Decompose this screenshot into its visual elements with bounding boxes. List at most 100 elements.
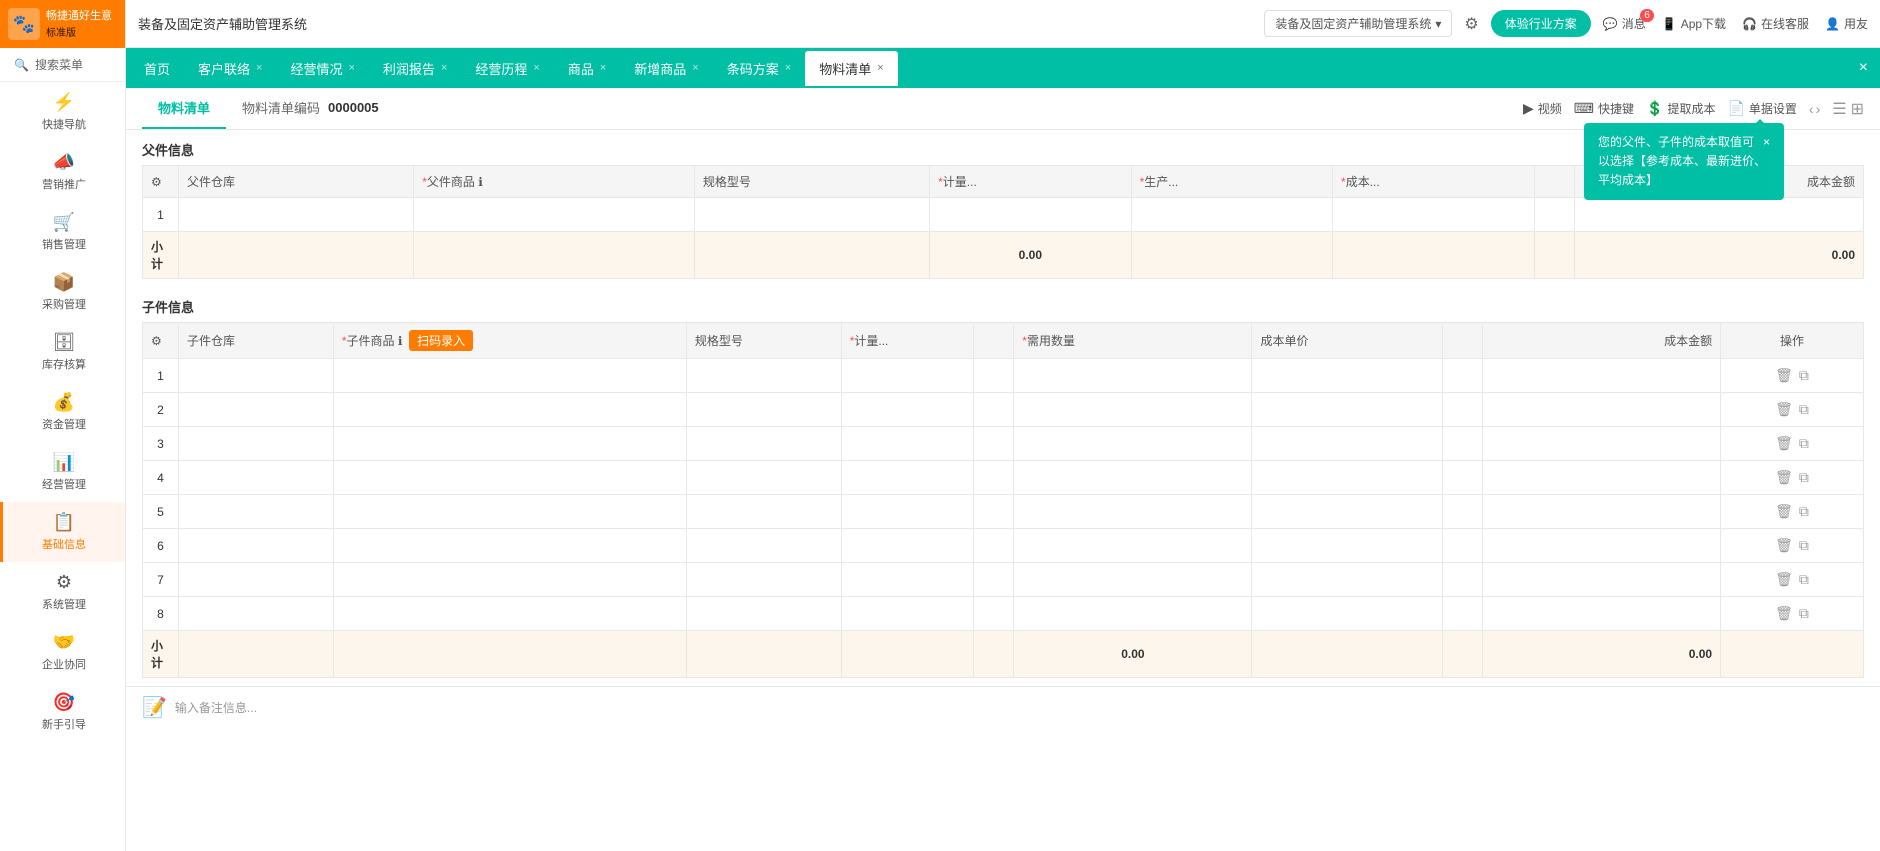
parent-spec-cell[interactable] xyxy=(694,198,929,232)
tab-operation-history-close[interactable]: × xyxy=(533,62,539,74)
tab-new-goods[interactable]: 新增商品 × xyxy=(620,51,712,86)
child-warehouse-cell[interactable] xyxy=(179,359,334,393)
child-spec-cell[interactable] xyxy=(686,529,841,563)
child-qty-cell[interactable] xyxy=(1014,529,1252,563)
child-goods-cell[interactable] xyxy=(333,529,686,563)
sidebar-item-finance[interactable]: 💰 资金管理 xyxy=(0,382,125,442)
child-qty-cell[interactable] xyxy=(1014,563,1252,597)
tab-barcode-close[interactable]: × xyxy=(785,62,791,74)
child-qty-cell[interactable] xyxy=(1014,393,1252,427)
parent-goods-cell[interactable] xyxy=(414,198,695,232)
tab-barcode[interactable]: 条码方案 × xyxy=(713,51,805,86)
delete-row-button[interactable]: 🗑 xyxy=(1775,401,1793,418)
sidebar-item-inventory[interactable]: 🗄 库存核算 xyxy=(0,322,125,382)
sidebar-item-quick-nav[interactable]: ⚡ 快捷导航 xyxy=(0,82,125,142)
delete-row-button[interactable]: 🗑 xyxy=(1775,503,1793,520)
delete-row-button[interactable]: 🗑 xyxy=(1775,469,1793,486)
tab-goods[interactable]: 商品 × xyxy=(554,51,620,86)
child-goods-cell[interactable] xyxy=(333,563,686,597)
child-unit-cell[interactable] xyxy=(841,393,974,427)
parent-col-settings[interactable]: ⚙ xyxy=(143,166,179,198)
child-warehouse-cell[interactable] xyxy=(179,529,334,563)
app-download-button[interactable]: 📱 App下载 xyxy=(1662,15,1726,32)
copy-row-button[interactable]: ⧉ xyxy=(1799,435,1809,452)
tab-profit[interactable]: 利润报告 × xyxy=(369,51,461,86)
sidebar-item-basic-info[interactable]: 📋 基础信息 xyxy=(0,502,125,562)
child-qty-cell[interactable] xyxy=(1014,461,1252,495)
tab-operation-history[interactable]: 经营历程 × xyxy=(461,51,553,86)
child-unit-cell[interactable] xyxy=(841,359,974,393)
child-qty-cell[interactable] xyxy=(1014,427,1252,461)
sidebar-item-purchase[interactable]: 📦 采购管理 xyxy=(0,262,125,322)
child-warehouse-cell[interactable] xyxy=(179,393,334,427)
child-spec-cell[interactable] xyxy=(686,359,841,393)
child-unit-price-cell[interactable] xyxy=(1252,427,1443,461)
tab-goods-close[interactable]: × xyxy=(600,62,606,74)
child-spec-cell[interactable] xyxy=(686,597,841,631)
child-unit-cell[interactable] xyxy=(841,495,974,529)
child-warehouse-cell[interactable] xyxy=(179,461,334,495)
tab-new-goods-close[interactable]: × xyxy=(692,62,698,74)
child-goods-cell[interactable] xyxy=(333,495,686,529)
delete-row-button[interactable]: 🗑 xyxy=(1775,367,1793,384)
copy-row-button[interactable]: ⧉ xyxy=(1799,503,1809,520)
child-unit-price-cell[interactable] xyxy=(1252,461,1443,495)
close-all-tabs-button[interactable]: × xyxy=(1851,59,1876,77)
child-unit-price-cell[interactable] xyxy=(1252,495,1443,529)
child-spec-cell[interactable] xyxy=(686,563,841,597)
sidebar-item-system[interactable]: ⚙ 系统管理 xyxy=(0,562,125,622)
parent-unit-cell[interactable] xyxy=(930,198,1131,232)
sidebar-item-guide[interactable]: 🎯 新手引导 xyxy=(0,682,125,742)
tab-bom-close[interactable]: × xyxy=(877,62,883,74)
list-view-button[interactable]: ☰ xyxy=(1832,99,1846,119)
tooltip-close-button[interactable]: × xyxy=(1763,133,1770,152)
child-unit-cell[interactable] xyxy=(841,597,974,631)
video-button[interactable]: ▶ 视频 xyxy=(1523,100,1562,117)
next-page-button[interactable]: › xyxy=(1816,101,1821,117)
child-goods-cell[interactable] xyxy=(333,461,686,495)
online-service-button[interactable]: 🎧 在线客服 xyxy=(1742,15,1809,32)
sidebar-item-sales[interactable]: 🛒 销售管理 xyxy=(0,202,125,262)
trial-button[interactable]: 体验行业方案 xyxy=(1491,10,1591,37)
child-unit-cell[interactable] xyxy=(841,529,974,563)
tab-bom[interactable]: 物料清单 × xyxy=(805,51,897,86)
tab-profit-close[interactable]: × xyxy=(441,62,447,74)
child-warehouse-cell[interactable] xyxy=(179,495,334,529)
user-button[interactable]: 👤 用友 xyxy=(1825,15,1868,32)
parent-cost-cell[interactable] xyxy=(1333,198,1534,232)
child-unit-price-cell[interactable] xyxy=(1252,529,1443,563)
copy-row-button[interactable]: ⧉ xyxy=(1799,571,1809,588)
grid-view-button[interactable]: ⊞ xyxy=(1851,99,1864,119)
prev-page-button[interactable]: ‹ xyxy=(1809,101,1814,117)
shortcut-button[interactable]: ⌨ 快捷键 xyxy=(1574,100,1634,117)
sub-tab-bom-list[interactable]: 物料清单 xyxy=(142,88,226,129)
child-unit-price-cell[interactable] xyxy=(1252,393,1443,427)
child-col-settings[interactable]: ⚙ xyxy=(143,323,179,359)
sidebar-search[interactable]: 🔍 搜索菜单 xyxy=(0,48,125,82)
child-goods-cell[interactable] xyxy=(333,359,686,393)
copy-row-button[interactable]: ⧉ xyxy=(1799,401,1809,418)
child-spec-cell[interactable] xyxy=(686,495,841,529)
child-unit-cell[interactable] xyxy=(841,427,974,461)
child-spec-cell[interactable] xyxy=(686,393,841,427)
child-unit-cell[interactable] xyxy=(841,461,974,495)
gear-icon[interactable]: ⚙ xyxy=(1464,14,1478,34)
child-spec-cell[interactable] xyxy=(686,427,841,461)
child-qty-cell[interactable] xyxy=(1014,359,1252,393)
delete-row-button[interactable]: 🗑 xyxy=(1775,435,1793,452)
system-dropdown[interactable]: 装备及固定资产辅助管理系统 ▾ xyxy=(1264,10,1452,37)
child-goods-cell[interactable] xyxy=(333,427,686,461)
extract-cost-button[interactable]: 💲 提取成本 xyxy=(1646,100,1715,117)
tab-customer-close[interactable]: × xyxy=(256,62,262,74)
scan-input-button[interactable]: 扫码录入 xyxy=(409,330,473,351)
copy-row-button[interactable]: ⧉ xyxy=(1799,537,1809,554)
sidebar-item-cooperation[interactable]: 🤝 企业协同 xyxy=(0,622,125,682)
child-qty-cell[interactable] xyxy=(1014,597,1252,631)
tab-customer[interactable]: 客户联络 × xyxy=(184,51,276,86)
copy-row-button[interactable]: ⧉ xyxy=(1799,367,1809,384)
notifications-button[interactable]: 💬 消息 6 xyxy=(1603,15,1646,32)
child-unit-price-cell[interactable] xyxy=(1252,597,1443,631)
child-goods-cell[interactable] xyxy=(333,597,686,631)
child-spec-cell[interactable] xyxy=(686,461,841,495)
tab-operation-status-close[interactable]: × xyxy=(348,62,354,74)
